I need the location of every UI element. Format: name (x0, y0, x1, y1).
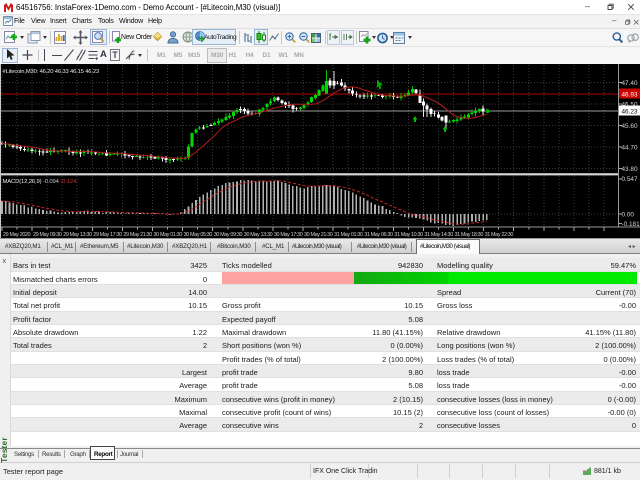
svg-text:#Litecoin,M30: 46.20 46.33 46.: #Litecoin,M30: 46.20 46.33 46.15 46.23 (3, 69, 99, 75)
svg-text:31 May 01:30: 31 May 01:30 (334, 232, 363, 238)
svg-text:-0.181: -0.181 (622, 221, 640, 228)
svg-text:29 May 21:30: 29 May 21:30 (123, 232, 152, 238)
svg-text:29 May 2020: 29 May 2020 (3, 232, 31, 238)
svg-text:30 May 01:30: 30 May 01:30 (154, 232, 183, 238)
svg-text:30 May 05:30: 30 May 05:30 (184, 232, 213, 238)
svg-text:31 May 14:30: 31 May 14:30 (424, 232, 453, 238)
svg-text:43.80: 43.80 (622, 166, 638, 173)
svg-text:31 May 06:30: 31 May 06:30 (364, 232, 393, 238)
svg-text:47.40: 47.40 (622, 80, 638, 87)
svg-text:46.93: 46.93 (622, 91, 638, 98)
svg-text:30 May 17:30: 30 May 17:30 (274, 232, 303, 238)
svg-text:30 May 21:30: 30 May 21:30 (304, 232, 333, 238)
svg-text:31 May 10:30: 31 May 10:30 (394, 232, 423, 238)
svg-text:29 May 17:30: 29 May 17:30 (93, 232, 122, 238)
svg-text:44.70: 44.70 (622, 144, 638, 151)
svg-text:MACD(12,26,9) -0.094 -0.124: MACD(12,26,9) -0.094 -0.124 (3, 179, 77, 185)
svg-text:30 May 13:30: 30 May 13:30 (244, 232, 273, 238)
svg-text:30 May 09:30: 30 May 09:30 (214, 232, 243, 238)
svg-text:0.547: 0.547 (622, 176, 638, 183)
svg-text:29 May 13:30: 29 May 13:30 (63, 232, 92, 238)
svg-text:31 May 22:30: 31 May 22:30 (485, 232, 514, 238)
svg-text:31 May 18:30: 31 May 18:30 (455, 232, 484, 238)
svg-text:45.60: 45.60 (622, 123, 638, 130)
svg-text:29 May 09:30: 29 May 09:30 (33, 232, 62, 238)
svg-text:0.00: 0.00 (622, 211, 635, 218)
svg-text:46.23: 46.23 (622, 108, 638, 115)
